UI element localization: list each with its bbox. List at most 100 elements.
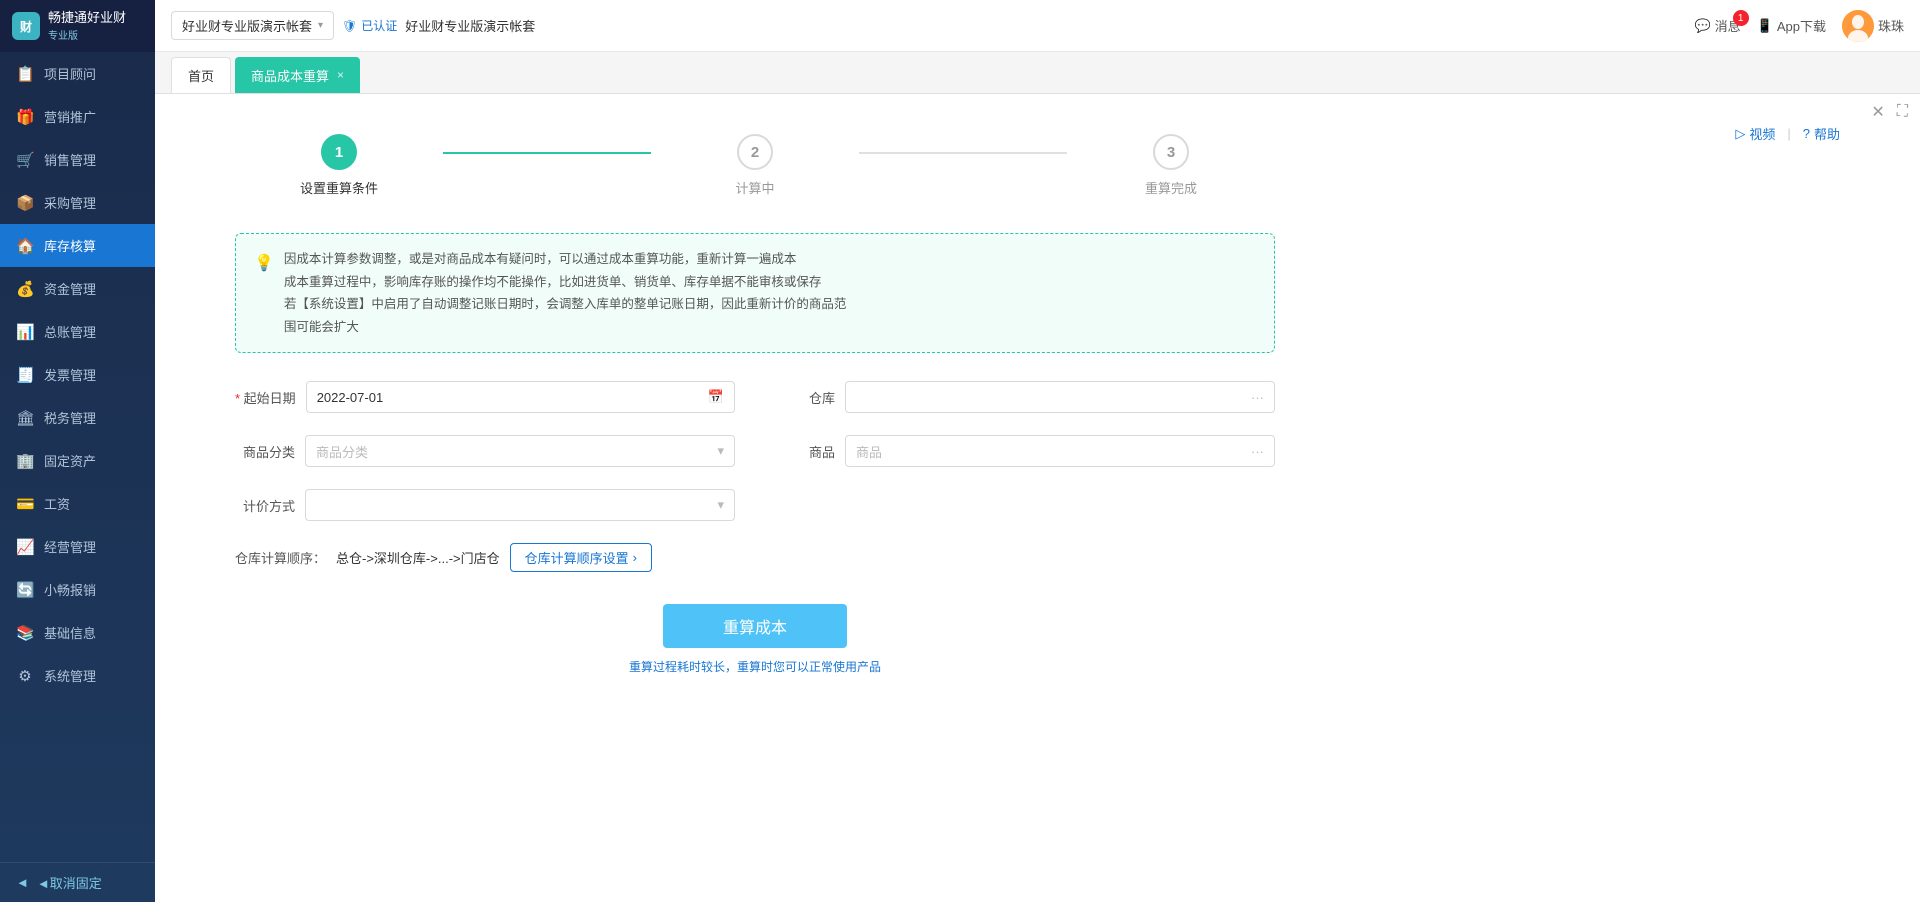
sidebar-item-system[interactable]: ⚙ 系统管理 — [0, 654, 155, 697]
info-icon: 💡 — [254, 250, 274, 338]
marketing-icon: 🎁 — [16, 108, 34, 126]
play-icon: ▷ — [1735, 126, 1745, 142]
tax-icon: 🏛 — [16, 409, 34, 427]
sidebar-item-sales[interactable]: 🛒 销售管理 — [0, 138, 155, 181]
info-line-2: 成本重算过程中，影响库存账的操作均不能操作，比如进货单、销货单、库存单据不能审核… — [284, 271, 847, 294]
info-line-3: 若【系统设置】中启用了自动调整记账日期时，会调整入库单的整单记账日期，因此重新计… — [284, 293, 847, 316]
chevron-right-icon: › — [633, 550, 637, 565]
pricing-chevron-icon: ▾ — [717, 497, 724, 513]
step-2: 2 计算中 — [651, 134, 859, 197]
step-3-label: 重算完成 — [1145, 178, 1197, 197]
recalc-hint: 重算过程耗时较长，重算时您可以正常使用产品 — [235, 658, 1275, 675]
sidebar-label-finance: 资金管理 — [44, 279, 96, 298]
sidebar-item-payroll[interactable]: 💳 工资 — [0, 482, 155, 525]
tab-home[interactable]: 首页 — [171, 57, 231, 93]
sidebar-unpin-label: ◄取消固定 — [37, 873, 102, 892]
page-content: ✕ ⛶ ▷ 视频 | ? 帮助 1 设置重算条件 — [155, 94, 1920, 902]
form-row-1: 起始日期 2022-07-01 📅 仓库 ··· — [235, 381, 1275, 413]
expense-icon: 🔄 — [16, 581, 34, 599]
product-select[interactable]: 商品 ··· — [845, 435, 1275, 467]
info-line-1: 因成本计算参数调整，或是对商品成本有疑问时，可以通过成本重算功能，重新计算一遍成… — [284, 248, 847, 271]
help-link[interactable]: ? 帮助 — [1803, 124, 1840, 143]
category-placeholder: 商品分类 — [316, 442, 368, 461]
step-1-circle: 1 — [321, 134, 357, 170]
form-group-start-date: 起始日期 2022-07-01 📅 — [235, 381, 735, 413]
sidebar-unpin-button[interactable]: ◄ ◄取消固定 — [0, 862, 155, 902]
warehouse-select[interactable]: ··· — [845, 381, 1275, 413]
recalc-section: 重算成本 重算过程耗时较长，重算时您可以正常使用产品 — [235, 604, 1275, 675]
sidebar-item-accounting[interactable]: 📊 总账管理 — [0, 310, 155, 353]
app-logo-text: 畅捷通好业财 专业版 — [48, 10, 126, 42]
sidebar-item-invoice[interactable]: 🧾 发票管理 — [0, 353, 155, 396]
sidebar-label-payroll: 工资 — [44, 494, 70, 513]
tab-recalc[interactable]: 商品成本重算 × — [235, 57, 360, 93]
assets-icon: 🏢 — [16, 452, 34, 470]
account-name: 好业财专业版演示帐套 — [182, 16, 312, 35]
start-date-input[interactable]: 2022-07-01 📅 — [306, 381, 735, 413]
message-button[interactable]: 💬 消息 1 — [1694, 16, 1740, 35]
video-link[interactable]: ▷ 视频 — [1735, 124, 1775, 143]
shield-icon: 🛡 — [342, 19, 357, 33]
account-selector[interactable]: 好业财专业版演示帐套 ▾ — [171, 11, 334, 40]
topbar-left: 好业财专业版演示帐套 ▾ 🛡 已认证 好业财专业版演示帐套 — [171, 11, 1694, 40]
sidebar-label-tax: 税务管理 — [44, 408, 96, 427]
warehouse-order-btn-label: 仓库计算顺序设置 — [525, 548, 629, 567]
warehouse-label: 仓库 — [775, 388, 835, 407]
system-icon: ⚙ — [16, 667, 34, 685]
sidebar-label-basic: 基础信息 — [44, 623, 96, 642]
video-label: 视频 — [1749, 124, 1775, 143]
sidebar-item-basic[interactable]: 📚 基础信息 — [0, 611, 155, 654]
tab-close-icon[interactable]: × — [337, 68, 344, 82]
pricing-select[interactable]: ▾ — [305, 489, 735, 521]
sales-icon: 🛒 — [16, 151, 34, 169]
form-group-category: 商品分类 商品分类 ▾ — [235, 435, 735, 467]
sidebar-logo: 财 畅捷通好业财 专业版 — [0, 0, 155, 52]
finance-icon: 💰 — [16, 280, 34, 298]
message-icon: 💬 — [1694, 18, 1710, 34]
invoice-icon: 🧾 — [16, 366, 34, 384]
sidebar-item-purchase[interactable]: 📦 采购管理 — [0, 181, 155, 224]
sidebar-item-tax[interactable]: 🏛 税务管理 — [0, 396, 155, 439]
chevron-down-icon: ▾ — [318, 20, 323, 31]
sidebar-item-ops[interactable]: 📈 经营管理 — [0, 525, 155, 568]
sidebar-item-finance[interactable]: 💰 资金管理 — [0, 267, 155, 310]
sidebar-label-ops: 经营管理 — [44, 537, 96, 556]
warehouse-order-settings-button[interactable]: 仓库计算顺序设置 › — [510, 543, 652, 572]
unpin-icon: ◄ — [16, 875, 29, 890]
message-badge: 1 — [1733, 10, 1749, 26]
form-group-product: 商品 商品 ··· — [775, 435, 1275, 467]
step-connector-2 — [859, 152, 1067, 154]
close-window-button[interactable]: ✕ — [1871, 102, 1884, 122]
sidebar-item-expense[interactable]: 🔄 小畅报销 — [0, 568, 155, 611]
sidebar-item-assets[interactable]: 🏢 固定资产 — [0, 439, 155, 482]
warehouse-order-label: 仓库计算顺序： — [235, 548, 326, 567]
expand-window-button[interactable]: ⛶ — [1897, 103, 1908, 121]
sidebar-label-expense: 小畅报销 — [44, 580, 96, 599]
sidebar-item-inventory[interactable]: 🏠 库存核算 — [0, 224, 155, 267]
sidebar-label-purchase: 采购管理 — [44, 193, 96, 212]
sidebar-item-project[interactable]: 📋 项目顾问 — [0, 52, 155, 95]
inner-content: ▷ 视频 | ? 帮助 1 设置重算条件 — [155, 94, 1355, 715]
sidebar-label-assets: 固定资产 — [44, 451, 96, 470]
app-download-button[interactable]: 📱 App下载 — [1757, 16, 1826, 35]
category-chevron-icon: ▾ — [717, 443, 724, 459]
company-name: 好业财专业版演示帐套 — [405, 16, 535, 35]
sidebar-item-marketing[interactable]: 🎁 营销推广 — [0, 95, 155, 138]
accounting-icon: 📊 — [16, 323, 34, 341]
inventory-icon: 🏠 — [16, 237, 34, 255]
info-box: 💡 因成本计算参数调整，或是对商品成本有疑问时，可以通过成本重算功能，重新计算一… — [235, 233, 1275, 353]
payroll-icon: 💳 — [16, 495, 34, 513]
sidebar-label-inventory: 库存核算 — [44, 236, 96, 255]
project-icon: 📋 — [16, 65, 34, 83]
sidebar-label-project: 项目顾问 — [44, 64, 96, 83]
calendar-icon[interactable]: 📅 — [708, 389, 724, 405]
form-group-warehouse: 仓库 ··· — [775, 381, 1275, 413]
start-date-label: 起始日期 — [235, 388, 296, 407]
basic-icon: 📚 — [16, 624, 34, 642]
user-avatar[interactable]: 珠珠 — [1842, 10, 1904, 42]
step-1: 1 设置重算条件 — [235, 134, 443, 197]
category-select[interactable]: 商品分类 ▾ — [305, 435, 735, 467]
recalc-button[interactable]: 重算成本 — [663, 604, 847, 648]
pricing-label: 计价方式 — [235, 496, 295, 515]
verified-text: 已认证 — [361, 17, 397, 34]
